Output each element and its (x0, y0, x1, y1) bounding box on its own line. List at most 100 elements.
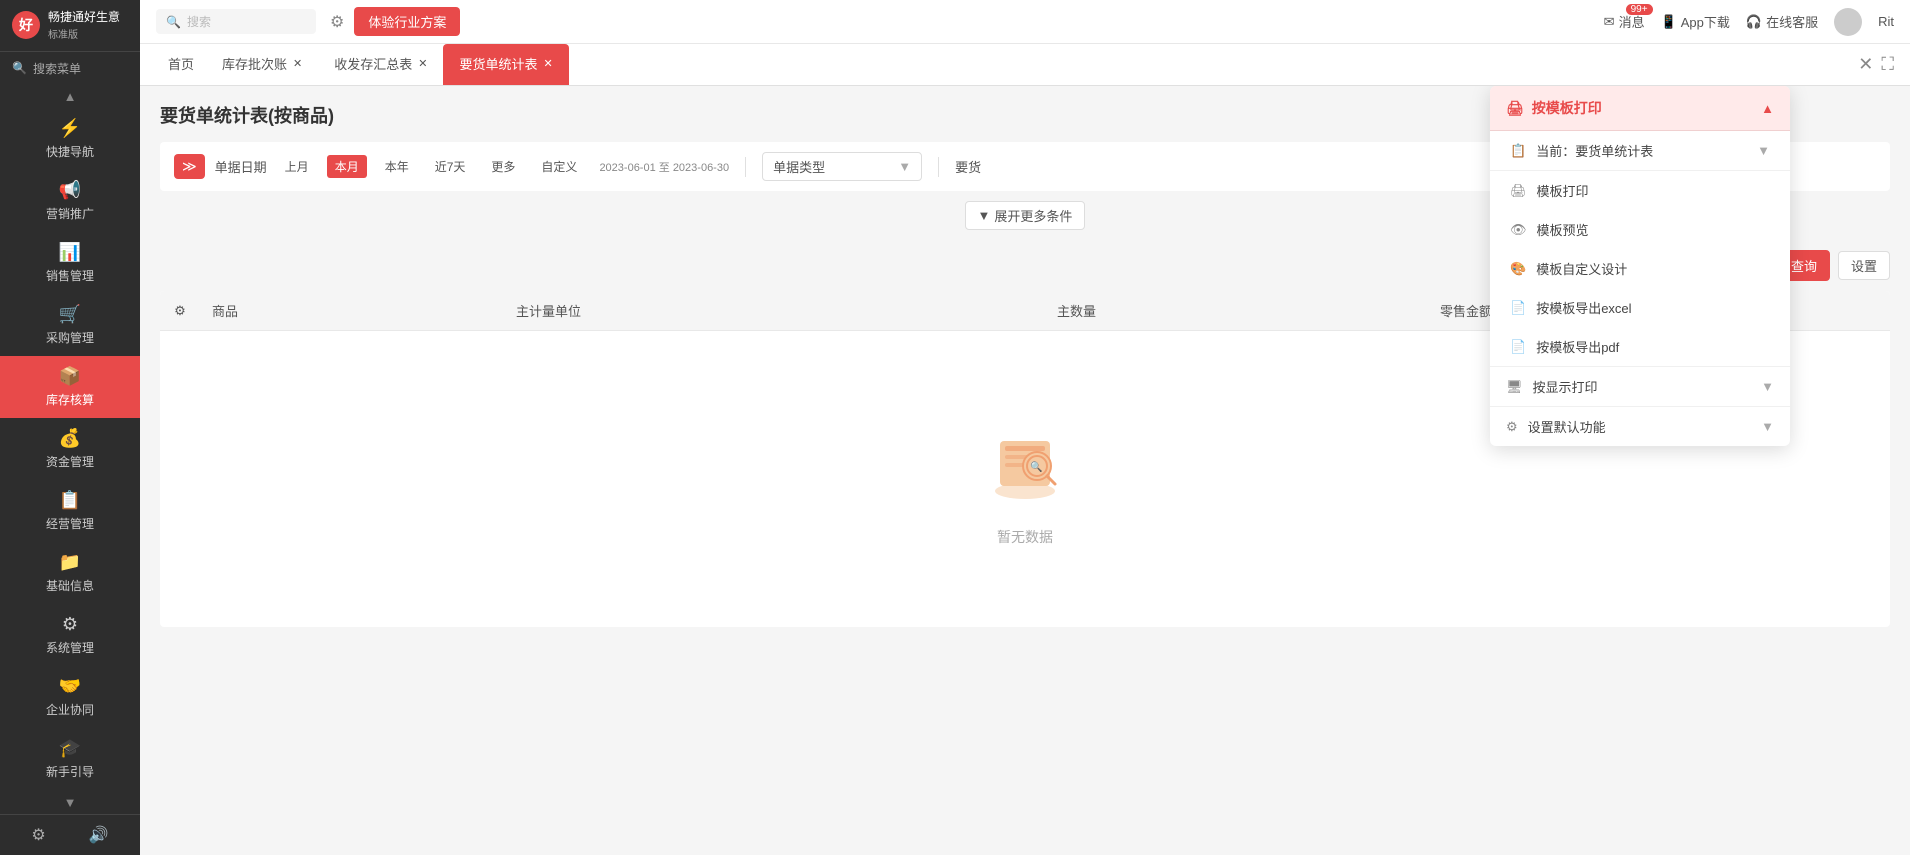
display-print-label: 按显示打印 (1533, 377, 1598, 396)
tab-close-all-icon[interactable]: ✕ (1858, 54, 1873, 75)
current-template-icon: 📋 (1510, 143, 1526, 159)
tab-receipt-summary[interactable]: 收发存汇总表 ✕ (318, 44, 443, 85)
search-icon: 🔍 (12, 61, 27, 75)
sidebar-nav: ⚡ 快捷导航 📢 营销推广 📊 销售管理 🛒 采购管理 📦 库存核算 💰 资金管… (0, 108, 140, 791)
tab-expand-icon[interactable]: ⛶ (1881, 54, 1894, 75)
dropdown-header-actions: ▲ (1761, 101, 1774, 116)
main-area: 🔍 搜索 ⚙ 体验行业方案 ✉ 消息 99+ 📱 App下载 🎧 在线客服 Ri… (140, 0, 1910, 855)
expand-more-button[interactable]: ▼ 展开更多条件 (965, 201, 1086, 230)
date-btn-7days[interactable]: 近7天 (427, 155, 474, 178)
topbar-search-icon: 🔍 (166, 15, 181, 29)
template-pdf-icon: 📄 (1510, 339, 1526, 355)
quick-nav-icon: ⚡ (59, 118, 81, 139)
scroll-up[interactable]: ▲ (0, 85, 140, 108)
template-excel-label: 按模板导出excel (1536, 298, 1631, 317)
sidebar-item-label: 经营管理 (46, 515, 94, 532)
search-label: 搜索菜单 (33, 60, 81, 77)
app-download-label: App下载 (1681, 12, 1730, 31)
online-service-button[interactable]: 🎧 在线客服 (1746, 12, 1818, 31)
sidebar-item-basic[interactable]: 📁 基础信息 (0, 542, 140, 604)
sidebar-item-purchase[interactable]: 🛒 采购管理 (0, 294, 140, 356)
message-badge: 99+ (1626, 4, 1653, 15)
topbar-search[interactable]: 🔍 搜索 (156, 9, 316, 34)
tab-order-stats-close[interactable]: ✕ (544, 57, 553, 70)
filter-divider (745, 157, 746, 177)
template-print-label: 模板打印 (1537, 181, 1589, 200)
app-download-button[interactable]: 📱 App下载 (1661, 12, 1730, 31)
dropdown-display-print[interactable]: 🖥 按显示打印 ▼ (1490, 367, 1790, 406)
dropdown-set-default[interactable]: ⚙ 设置默认功能 ▼ (1490, 407, 1790, 446)
basic-icon: 📁 (59, 552, 81, 573)
tab-receipt-summary-label: 收发存汇总表 (334, 54, 412, 73)
sales-icon: 📊 (59, 242, 81, 263)
sidebar-item-quick-nav[interactable]: ⚡ 快捷导航 (0, 108, 140, 170)
date-btn-this-month[interactable]: 本月 (327, 155, 367, 178)
set-default-arrow: ▼ (1761, 419, 1774, 434)
sidebar-item-sales[interactable]: 📊 销售管理 (0, 232, 140, 294)
avatar[interactable] (1834, 8, 1862, 36)
dropdown-current-template[interactable]: 📋 当前：要货单统计表 ▼ (1490, 131, 1790, 170)
sidebar-item-system[interactable]: ⚙ 系统管理 (0, 604, 140, 666)
filter-expand-button[interactable]: ≫ (174, 154, 205, 179)
dropdown-title: 按模板打印 (1532, 98, 1602, 118)
expand-more-icon: ▼ (978, 208, 991, 223)
system-icon: ⚙ (62, 614, 78, 635)
dropdown-template-preview[interactable]: 👁 模板预览 (1490, 210, 1790, 249)
sidebar-item-label: 销售管理 (46, 267, 94, 284)
date-btn-this-year[interactable]: 本年 (377, 155, 417, 178)
tab-home[interactable]: 首页 (156, 44, 206, 85)
dropdown-template-excel[interactable]: 📄 按模板导出excel (1490, 288, 1790, 327)
topbar-promo-button[interactable]: 体验行业方案 (354, 7, 460, 36)
tab-batch-account[interactable]: 库存批次账 ✕ (206, 44, 318, 85)
topbar-gear-icon[interactable]: ⚙ (330, 12, 344, 32)
sidebar-item-operations[interactable]: 📋 经营管理 (0, 480, 140, 542)
app-download-icon: 📱 (1661, 14, 1677, 30)
sidebar-item-label: 采购管理 (46, 329, 94, 346)
sidebar-search[interactable]: 🔍 搜索菜单 (0, 52, 140, 85)
sidebar-item-marketing[interactable]: 📢 营销推广 (0, 170, 140, 232)
date-btn-custom[interactable]: 自定义 (533, 155, 585, 178)
date-btn-last-month[interactable]: 上月 (277, 155, 317, 178)
dropdown-template-pdf[interactable]: 📄 按模板导出pdf (1490, 327, 1790, 366)
purchase-icon: 🛒 (59, 304, 81, 325)
sidebar: 好 畅捷通好生意 标准版 🔍 搜索菜单 ▲ ⚡ 快捷导航 📢 营销推广 📊 销售… (0, 0, 140, 855)
type-filter-select[interactable]: 单据类型 ▼ (762, 152, 922, 181)
dropdown-template-print[interactable]: 🖨 模板打印 (1490, 171, 1790, 210)
guide-icon: 🎓 (59, 738, 81, 759)
expand-more-label: 展开更多条件 (994, 206, 1072, 225)
sidebar-item-inventory[interactable]: 📦 库存核算 (0, 356, 140, 418)
tab-receipt-summary-close[interactable]: ✕ (418, 57, 427, 70)
date-btn-more[interactable]: 更多 (483, 155, 523, 178)
current-template-label: 当前：要货单统计表 (1536, 141, 1653, 160)
sidebar-item-label: 资金管理 (46, 453, 94, 470)
settings-button[interactable]: 设置 (1838, 251, 1890, 280)
message-button[interactable]: ✉ 消息 99+ (1604, 12, 1645, 31)
sidebar-item-guide[interactable]: 🎓 新手引导 (0, 728, 140, 790)
template-custom-label: 模板自定义设计 (1536, 259, 1627, 278)
empty-state-text: 暂无数据 (997, 527, 1053, 547)
sidebar-item-label: 系统管理 (46, 639, 94, 656)
sidebar-item-finance[interactable]: 💰 资金管理 (0, 418, 140, 480)
topbar-search-placeholder: 搜索 (187, 13, 211, 30)
sidebar-logo: 好 畅捷通好生意 标准版 (0, 0, 140, 52)
sidebar-item-enterprise[interactable]: 🤝 企业协同 (0, 666, 140, 728)
dropdown-collapse-icon[interactable]: ▲ (1761, 101, 1774, 116)
tab-order-stats[interactable]: 要货单统计表 ✕ (443, 44, 568, 85)
footer-speaker-icon[interactable]: 🔊 (89, 825, 109, 845)
table-quantity-header: 主数量 (1045, 291, 1428, 331)
table-gear-header[interactable]: ⚙ (160, 291, 200, 331)
dropdown-template-custom[interactable]: 🎨 模板自定义设计 (1490, 249, 1790, 288)
sidebar-footer: ⚙ 🔊 (0, 814, 140, 855)
logo-icon: 好 (12, 11, 40, 39)
table-unit-header: 主计量单位 (504, 291, 1045, 331)
sidebar-item-label: 新手引导 (46, 763, 94, 780)
footer-settings-icon[interactable]: ⚙ (31, 825, 45, 845)
filter-divider2 (938, 157, 939, 177)
tab-batch-account-close[interactable]: ✕ (293, 57, 302, 70)
marketing-icon: 📢 (59, 180, 81, 201)
scroll-down[interactable]: ▼ (0, 791, 140, 814)
dropdown-header: 🖨 按模板打印 ▲ (1490, 86, 1790, 131)
tabs-end-actions: ✕ ⛶ (1858, 54, 1894, 75)
topbar-actions: ✉ 消息 99+ 📱 App下载 🎧 在线客服 Rit (1604, 8, 1894, 36)
tab-batch-account-label: 库存批次账 (222, 54, 287, 73)
